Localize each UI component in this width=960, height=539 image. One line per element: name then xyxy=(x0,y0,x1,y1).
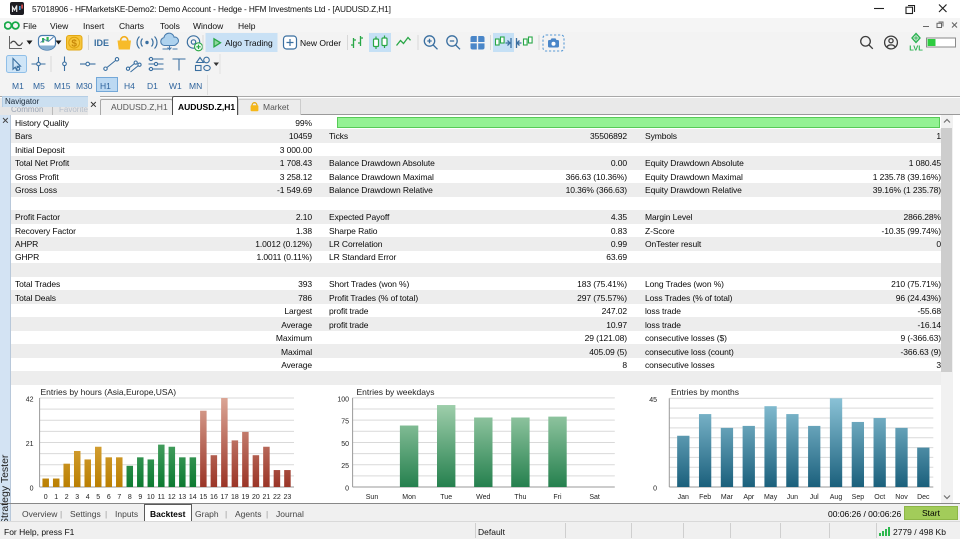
svg-text:12: 12 xyxy=(168,494,176,501)
svg-text:45: 45 xyxy=(649,397,657,404)
svg-text:LVL: LVL xyxy=(909,44,923,53)
svg-text:10: 10 xyxy=(147,494,155,501)
svg-text:9: 9 xyxy=(138,494,142,501)
svg-text:75: 75 xyxy=(341,419,349,426)
svg-text:11: 11 xyxy=(158,494,165,501)
svg-text:5: 5 xyxy=(96,494,100,501)
svg-text:Sep: Sep xyxy=(852,494,865,501)
svg-text:Feb: Feb xyxy=(699,494,711,501)
svg-text:25: 25 xyxy=(341,463,349,470)
svg-text:Dec: Dec xyxy=(917,494,930,501)
svg-text:21: 21 xyxy=(26,441,34,448)
svg-text:4: 4 xyxy=(86,494,90,501)
svg-text:20: 20 xyxy=(252,494,260,501)
svg-text:16: 16 xyxy=(210,494,218,501)
svg-text:Sun: Sun xyxy=(366,494,379,501)
svg-text:15: 15 xyxy=(200,494,208,501)
svg-text:8: 8 xyxy=(128,494,132,501)
svg-text:Mon: Mon xyxy=(402,494,416,501)
svg-text:18: 18 xyxy=(231,494,239,501)
svg-text:Fri: Fri xyxy=(553,494,562,501)
svg-text:6: 6 xyxy=(107,494,111,501)
svg-text:Wed: Wed xyxy=(476,494,490,501)
svg-text:May: May xyxy=(764,494,778,501)
svg-text:Aug: Aug xyxy=(830,494,843,501)
svg-text:17: 17 xyxy=(221,494,229,501)
svg-text:$: $ xyxy=(71,39,77,50)
svg-text:0: 0 xyxy=(30,486,34,493)
svg-text:Nov: Nov xyxy=(895,494,908,501)
svg-text:0: 0 xyxy=(653,486,657,493)
svg-text:14: 14 xyxy=(189,494,197,501)
svg-text:100: 100 xyxy=(337,396,349,403)
svg-text:0: 0 xyxy=(345,486,349,493)
svg-text:19: 19 xyxy=(242,494,250,501)
svg-text:Oct: Oct xyxy=(874,494,885,501)
svg-text:13: 13 xyxy=(178,494,186,501)
svg-text:21: 21 xyxy=(263,494,271,501)
svg-text:Jan: Jan xyxy=(678,494,689,501)
svg-text:Thu: Thu xyxy=(514,494,526,501)
svg-text:New Order: New Order xyxy=(300,38,341,48)
svg-text:Tue: Tue xyxy=(440,494,452,501)
svg-text:Mar: Mar xyxy=(721,494,734,501)
svg-text:Entries by weekdays: Entries by weekdays xyxy=(357,387,435,397)
svg-text:Algo Trading: Algo Trading xyxy=(225,38,273,48)
svg-text:0: 0 xyxy=(44,494,48,501)
svg-text:Sat: Sat xyxy=(589,494,600,501)
svg-text:50: 50 xyxy=(341,441,349,448)
svg-text:2: 2 xyxy=(65,494,69,501)
svg-text:Jun: Jun xyxy=(787,494,798,501)
svg-text:7: 7 xyxy=(117,494,121,501)
svg-text:Jul: Jul xyxy=(810,494,819,501)
svg-text:42: 42 xyxy=(26,397,34,404)
svg-text:Entries by hours (Asia,Europe,: Entries by hours (Asia,Europe,USA) xyxy=(41,387,177,397)
svg-text:1: 1 xyxy=(54,494,58,501)
svg-text:Apr: Apr xyxy=(743,494,755,501)
svg-text:23: 23 xyxy=(284,494,292,501)
svg-text:Entries by months: Entries by months xyxy=(671,387,739,397)
svg-text:22: 22 xyxy=(273,494,281,501)
svg-text:IDE: IDE xyxy=(94,38,109,48)
svg-text:3: 3 xyxy=(75,494,79,501)
